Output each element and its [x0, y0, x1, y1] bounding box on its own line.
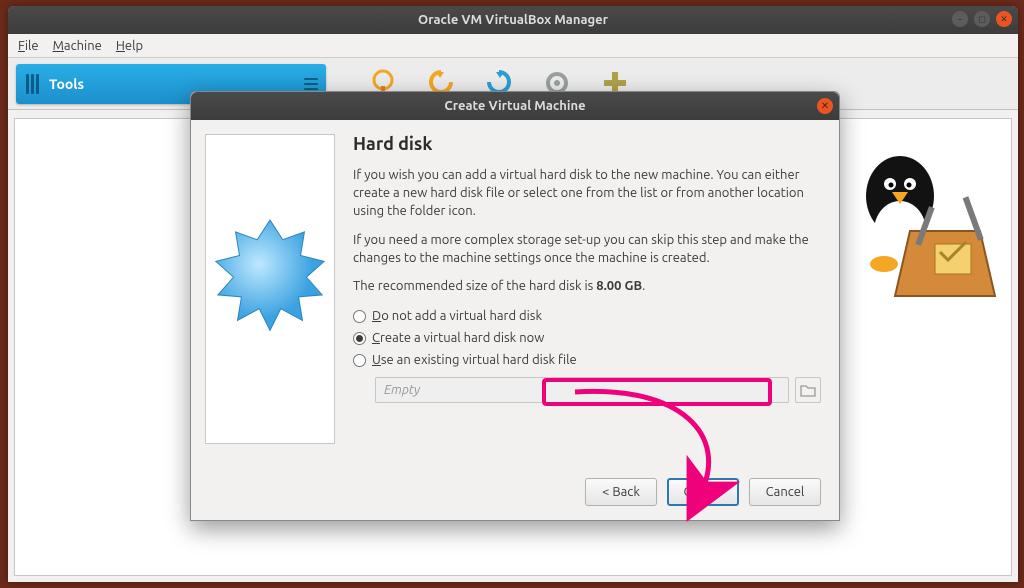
- radio-create-now-label: Create a virtual hard disk now: [372, 331, 544, 345]
- radio-no-disk-input[interactable]: [353, 310, 366, 323]
- tools-label: Tools: [49, 76, 84, 92]
- dialog-close-button[interactable]: ✕: [817, 98, 833, 114]
- para3-prefix: The recommended size of the hard disk is: [353, 279, 596, 293]
- tools-icon: [26, 74, 39, 94]
- menu-help[interactable]: Help: [116, 39, 143, 53]
- menu-file[interactable]: File: [18, 39, 39, 53]
- radio-use-existing-label: Use an existing virtual hard disk file: [372, 353, 577, 367]
- create-vm-dialog: Create Virtual Machine ✕ Hard disk If yo…: [190, 91, 840, 521]
- radio-use-existing-input[interactable]: [353, 354, 366, 367]
- dialog-paragraph-1: If you wish you can add a virtual hard d…: [353, 166, 821, 221]
- radio-create-now-input[interactable]: [353, 332, 366, 345]
- maximize-button[interactable]: ◻: [974, 11, 990, 27]
- folder-icon: [800, 383, 816, 397]
- dialog-titlebar[interactable]: Create Virtual Machine ✕: [191, 92, 839, 120]
- close-button[interactable]: ✕: [996, 11, 1012, 27]
- radio-use-existing[interactable]: Use an existing virtual hard disk file: [353, 353, 821, 367]
- tools-menu-icon[interactable]: [304, 78, 318, 90]
- dialog-content: Hard disk If you wish you can add a virt…: [191, 120, 839, 478]
- dialog-button-bar: < Back Create Cancel: [191, 478, 839, 520]
- dialog-paragraph-3: The recommended size of the hard disk is…: [353, 277, 821, 295]
- create-button[interactable]: Create: [667, 478, 739, 506]
- radio-no-disk-label: Do not add a virtual hard disk: [372, 309, 542, 323]
- main-titlebar[interactable]: Oracle VM VirtualBox Manager – ◻ ✕: [8, 6, 1018, 34]
- back-button[interactable]: < Back: [585, 478, 657, 506]
- tux-toolbox-graphic: [840, 136, 1000, 306]
- dialog-paragraph-2: If you need a more complex storage set-u…: [353, 231, 821, 267]
- existing-disk-row: Empty: [375, 377, 821, 403]
- dialog-right-pane: Hard disk If you wish you can add a virt…: [353, 134, 821, 468]
- radio-no-disk[interactable]: Do not add a virtual hard disk: [353, 309, 821, 323]
- main-menubar: File Machine Help: [8, 34, 1018, 58]
- dialog-heading: Hard disk: [353, 134, 821, 154]
- para3-size: 8.00 GB: [596, 279, 642, 293]
- main-window-title: Oracle VM VirtualBox Manager: [418, 13, 608, 27]
- browse-disk-button[interactable]: [795, 377, 821, 403]
- minimize-button[interactable]: –: [952, 11, 968, 27]
- main-window-controls: – ◻ ✕: [952, 11, 1012, 27]
- menu-machine[interactable]: Machine: [53, 39, 102, 53]
- cancel-button[interactable]: Cancel: [749, 478, 821, 506]
- existing-disk-field[interactable]: Empty: [375, 377, 789, 403]
- dialog-side-graphic: [205, 134, 335, 444]
- radio-create-now[interactable]: Create a virtual hard disk now: [353, 331, 821, 345]
- dialog-title: Create Virtual Machine: [444, 99, 585, 113]
- para3-suffix: .: [642, 279, 645, 293]
